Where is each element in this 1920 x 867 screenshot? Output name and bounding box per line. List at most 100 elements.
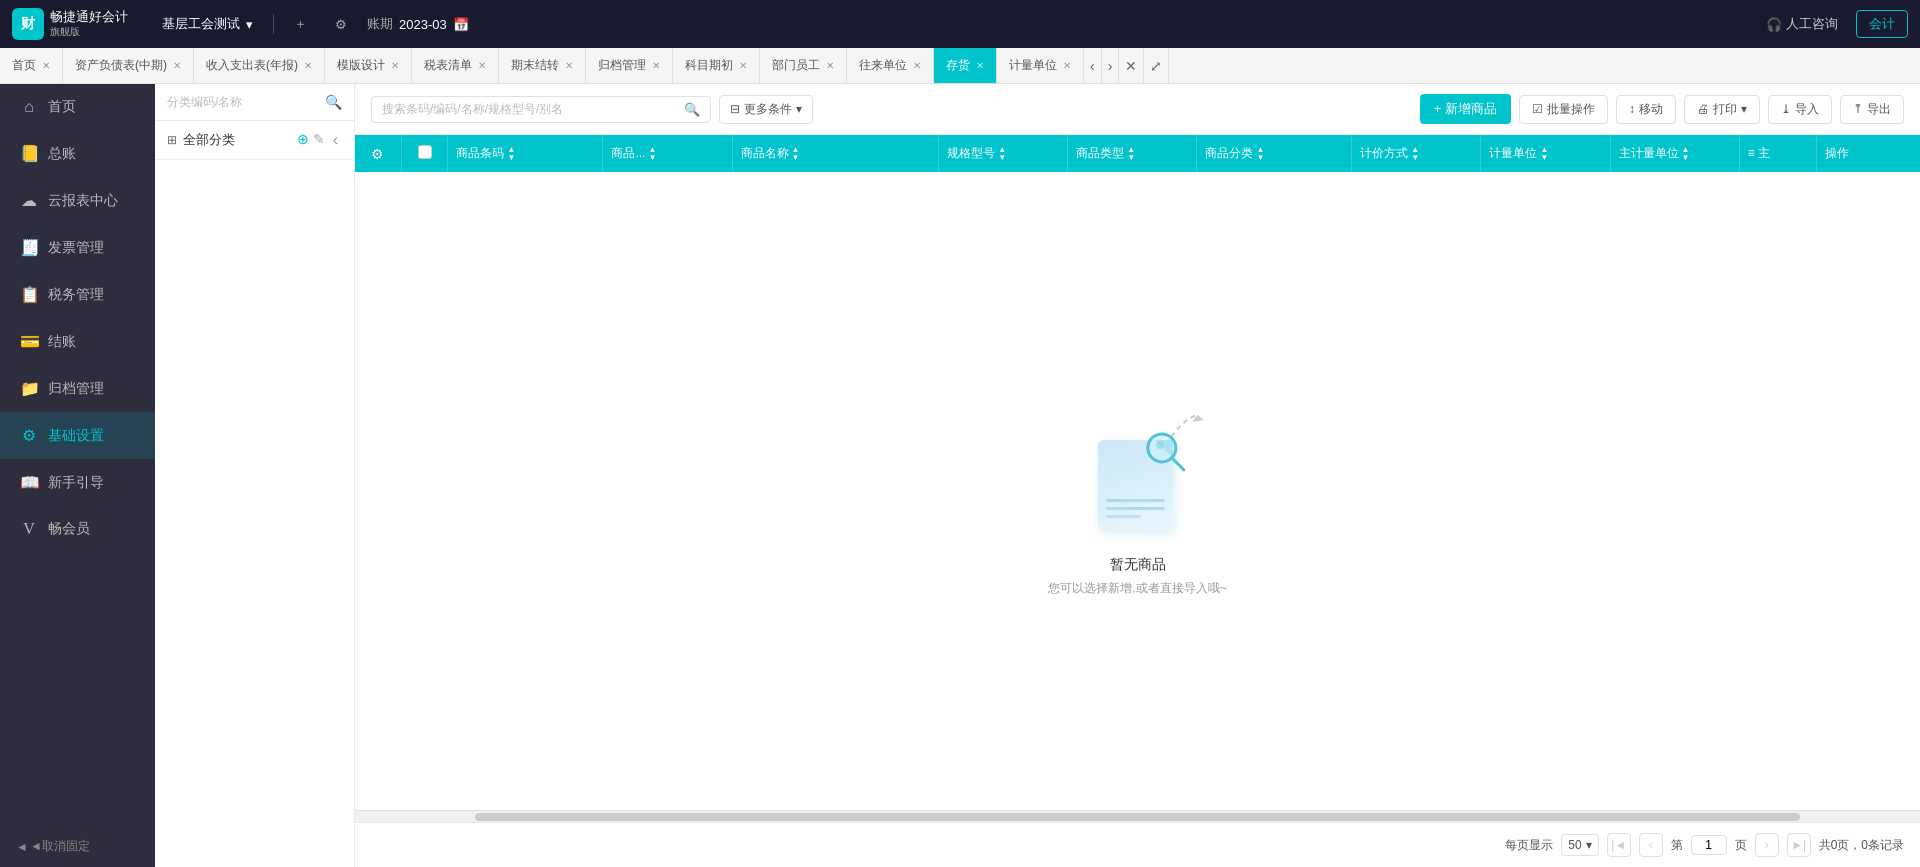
th-type[interactable]: 商品类型 ▲▼ (1068, 135, 1197, 172)
tab-close-inventory[interactable]: ✕ (976, 60, 984, 71)
tab-close-unit[interactable]: ✕ (1063, 60, 1071, 71)
category-panel: 🔍 ⊞ 全部分类 ⊕ ✎ ‹ (155, 84, 355, 867)
th-col3[interactable]: ≡ 主 (1739, 135, 1816, 172)
sidebar-item-settings[interactable]: ⚙ 基础设置 (0, 412, 155, 459)
sort-type[interactable]: ▲▼ (1127, 146, 1135, 162)
table-gear-icon[interactable]: ⚙ (371, 146, 384, 162)
sort-name[interactable]: ▲▼ (792, 146, 800, 162)
sort-spec[interactable]: ▲▼ (998, 146, 1006, 162)
page-last-btn[interactable]: ►| (1787, 833, 1811, 857)
filter-btn[interactable]: ⊟ 更多条件 ▾ (719, 95, 813, 124)
th-spec[interactable]: 规格型号 ▲▼ (939, 135, 1068, 172)
tab-tax[interactable]: 税表清单 ✕ (412, 48, 499, 84)
tab-close-dept[interactable]: ✕ (826, 60, 834, 71)
export-btn[interactable]: ⤒ 导出 (1840, 95, 1904, 124)
page-first-btn[interactable]: |◄ (1607, 833, 1631, 857)
sidebar-label-ledger: 总账 (48, 145, 76, 163)
main-search-input[interactable] (382, 102, 678, 116)
tab-partner[interactable]: 往来单位 ✕ (847, 48, 934, 84)
print-btn[interactable]: 🖨 打印 ▾ (1684, 95, 1760, 124)
app-sub: 旗舰版 (50, 25, 128, 39)
header-checkbox[interactable] (418, 145, 432, 159)
calendar-icon[interactable]: 📅 (453, 17, 469, 32)
sidebar-unpin-btn[interactable]: ◄ ◄取消固定 (0, 826, 155, 867)
page-number-input[interactable] (1691, 835, 1727, 855)
tab-subject[interactable]: 科目期初 ✕ (673, 48, 760, 84)
th-class[interactable]: 商品分类 ▲▼ (1197, 135, 1352, 172)
th-barcode[interactable]: 商品条码 ▲▼ (448, 135, 603, 172)
sidebar-item-cloud[interactable]: ☁ 云报表中心 (0, 177, 155, 224)
tab-income[interactable]: 收入支出表(年报) ✕ (194, 48, 325, 84)
sidebar-item-member[interactable]: V 畅会员 (0, 506, 155, 552)
sidebar-item-tax[interactable]: 📋 税务管理 (0, 271, 155, 318)
per-page-select[interactable]: 50 ▾ (1561, 834, 1598, 856)
tab-close-period[interactable]: ✕ (565, 60, 573, 71)
tab-close-partner[interactable]: ✕ (913, 60, 921, 71)
batch-btn[interactable]: ☑ 批量操作 (1519, 95, 1608, 124)
tab-nav-left[interactable]: ‹ (1084, 48, 1102, 84)
page-prev-btn[interactable]: ‹ (1639, 833, 1663, 857)
tab-unit[interactable]: 计量单位 ✕ (997, 48, 1084, 84)
sidebar-item-home[interactable]: ⌂ 首页 (0, 84, 155, 130)
sidebar-item-invoice[interactable]: 🧾 发票管理 (0, 224, 155, 271)
sort-barcode[interactable]: ▲▼ (507, 146, 515, 162)
add-product-btn[interactable]: + 新增商品 (1420, 94, 1511, 124)
sidebar-item-ledger[interactable]: 📒 总账 (0, 130, 155, 177)
move-btn[interactable]: ↕ 移动 (1616, 95, 1676, 124)
category-search-input[interactable] (167, 95, 319, 109)
tab-close-subject[interactable]: ✕ (739, 60, 747, 71)
sidebar-item-guide[interactable]: 📖 新手引导 (0, 459, 155, 506)
guide-icon: 📖 (20, 473, 38, 492)
th-main-unit[interactable]: 主计量单位 ▲▼ (1610, 135, 1739, 172)
tab-period-close[interactable]: 期末结转 ✕ (499, 48, 586, 84)
th-settings[interactable]: ⚙ (355, 135, 401, 172)
sort-code[interactable]: ▲▼ (648, 146, 656, 162)
sort-price[interactable]: ▲▼ (1411, 146, 1419, 162)
toolbar-right: + 新增商品 ☑ 批量操作 ↕ 移动 🖨 打印 ▾ (1420, 94, 1904, 124)
tab-balance-sheet[interactable]: 资产负债表(中期) ✕ (63, 48, 194, 84)
tab-template[interactable]: 模版设计 ✕ (325, 48, 412, 84)
sidebar-label-guide: 新手引导 (48, 474, 104, 492)
th-name[interactable]: 商品名称 ▲▼ (732, 135, 939, 172)
account-btn[interactable]: 会计 (1856, 10, 1908, 38)
pagination-bar: 每页显示 50 ▾ |◄ ‹ 第 页 › ►| 共0页，0条记录 (355, 822, 1920, 867)
company-selector[interactable]: 基层工会测试 ▾ (154, 11, 261, 37)
tab-close-tax[interactable]: ✕ (478, 60, 486, 71)
tab-dept[interactable]: 部门员工 ✕ (760, 48, 847, 84)
category-edit-icon[interactable]: ✎ (313, 131, 325, 149)
th-unit[interactable]: 计量单位 ▲▼ (1481, 135, 1610, 172)
scrollbar-area[interactable] (355, 810, 1920, 822)
add-tab-btn[interactable]: ＋ (286, 11, 315, 37)
tab-inventory[interactable]: 存货 ✕ (934, 48, 997, 84)
tab-expand[interactable]: ⤢ (1144, 48, 1169, 84)
category-search-icon[interactable]: 🔍 (325, 94, 342, 110)
scrollbar-thumb[interactable] (475, 813, 1800, 821)
tab-home[interactable]: 首页 ✕ (0, 48, 63, 84)
tab-close-template[interactable]: ✕ (391, 60, 399, 71)
company-name: 基层工会测试 (162, 15, 240, 33)
tab-nav-right[interactable]: › (1102, 48, 1120, 84)
tab-close-all[interactable]: ✕ (1119, 48, 1144, 84)
sidebar-item-archive[interactable]: 📁 归档管理 (0, 365, 155, 412)
category-add-icon[interactable]: ⊕ (297, 131, 309, 149)
th-check[interactable] (401, 135, 447, 172)
import-btn[interactable]: ⤓ 导入 (1768, 95, 1832, 124)
tab-close-archive[interactable]: ✕ (652, 60, 660, 71)
main-search-icon[interactable]: 🔍 (684, 102, 700, 117)
th-price[interactable]: 计价方式 ▲▼ (1352, 135, 1481, 172)
category-collapse-btn[interactable]: ‹ (329, 131, 342, 149)
th-code[interactable]: 商品... ▲▼ (603, 135, 732, 172)
tab-archive[interactable]: 归档管理 ✕ (586, 48, 673, 84)
sort-unit[interactable]: ▲▼ (1540, 146, 1548, 162)
page-next-btn[interactable]: › (1755, 833, 1779, 857)
app-name: 畅捷通好会计 (50, 9, 128, 25)
tab-close-home[interactable]: ✕ (42, 60, 50, 71)
tab-close-income[interactable]: ✕ (304, 60, 312, 71)
sort-class[interactable]: ▲▼ (1256, 146, 1264, 162)
tab-close-balance[interactable]: ✕ (173, 60, 181, 71)
sidebar-label-home: 首页 (48, 98, 76, 116)
help-btn[interactable]: 🎧 人工咨询 (1756, 11, 1848, 37)
sidebar-item-close[interactable]: 💳 结账 (0, 318, 155, 365)
sort-main[interactable]: ▲▼ (1682, 146, 1690, 162)
settings-btn[interactable]: ⚙ (327, 13, 355, 36)
